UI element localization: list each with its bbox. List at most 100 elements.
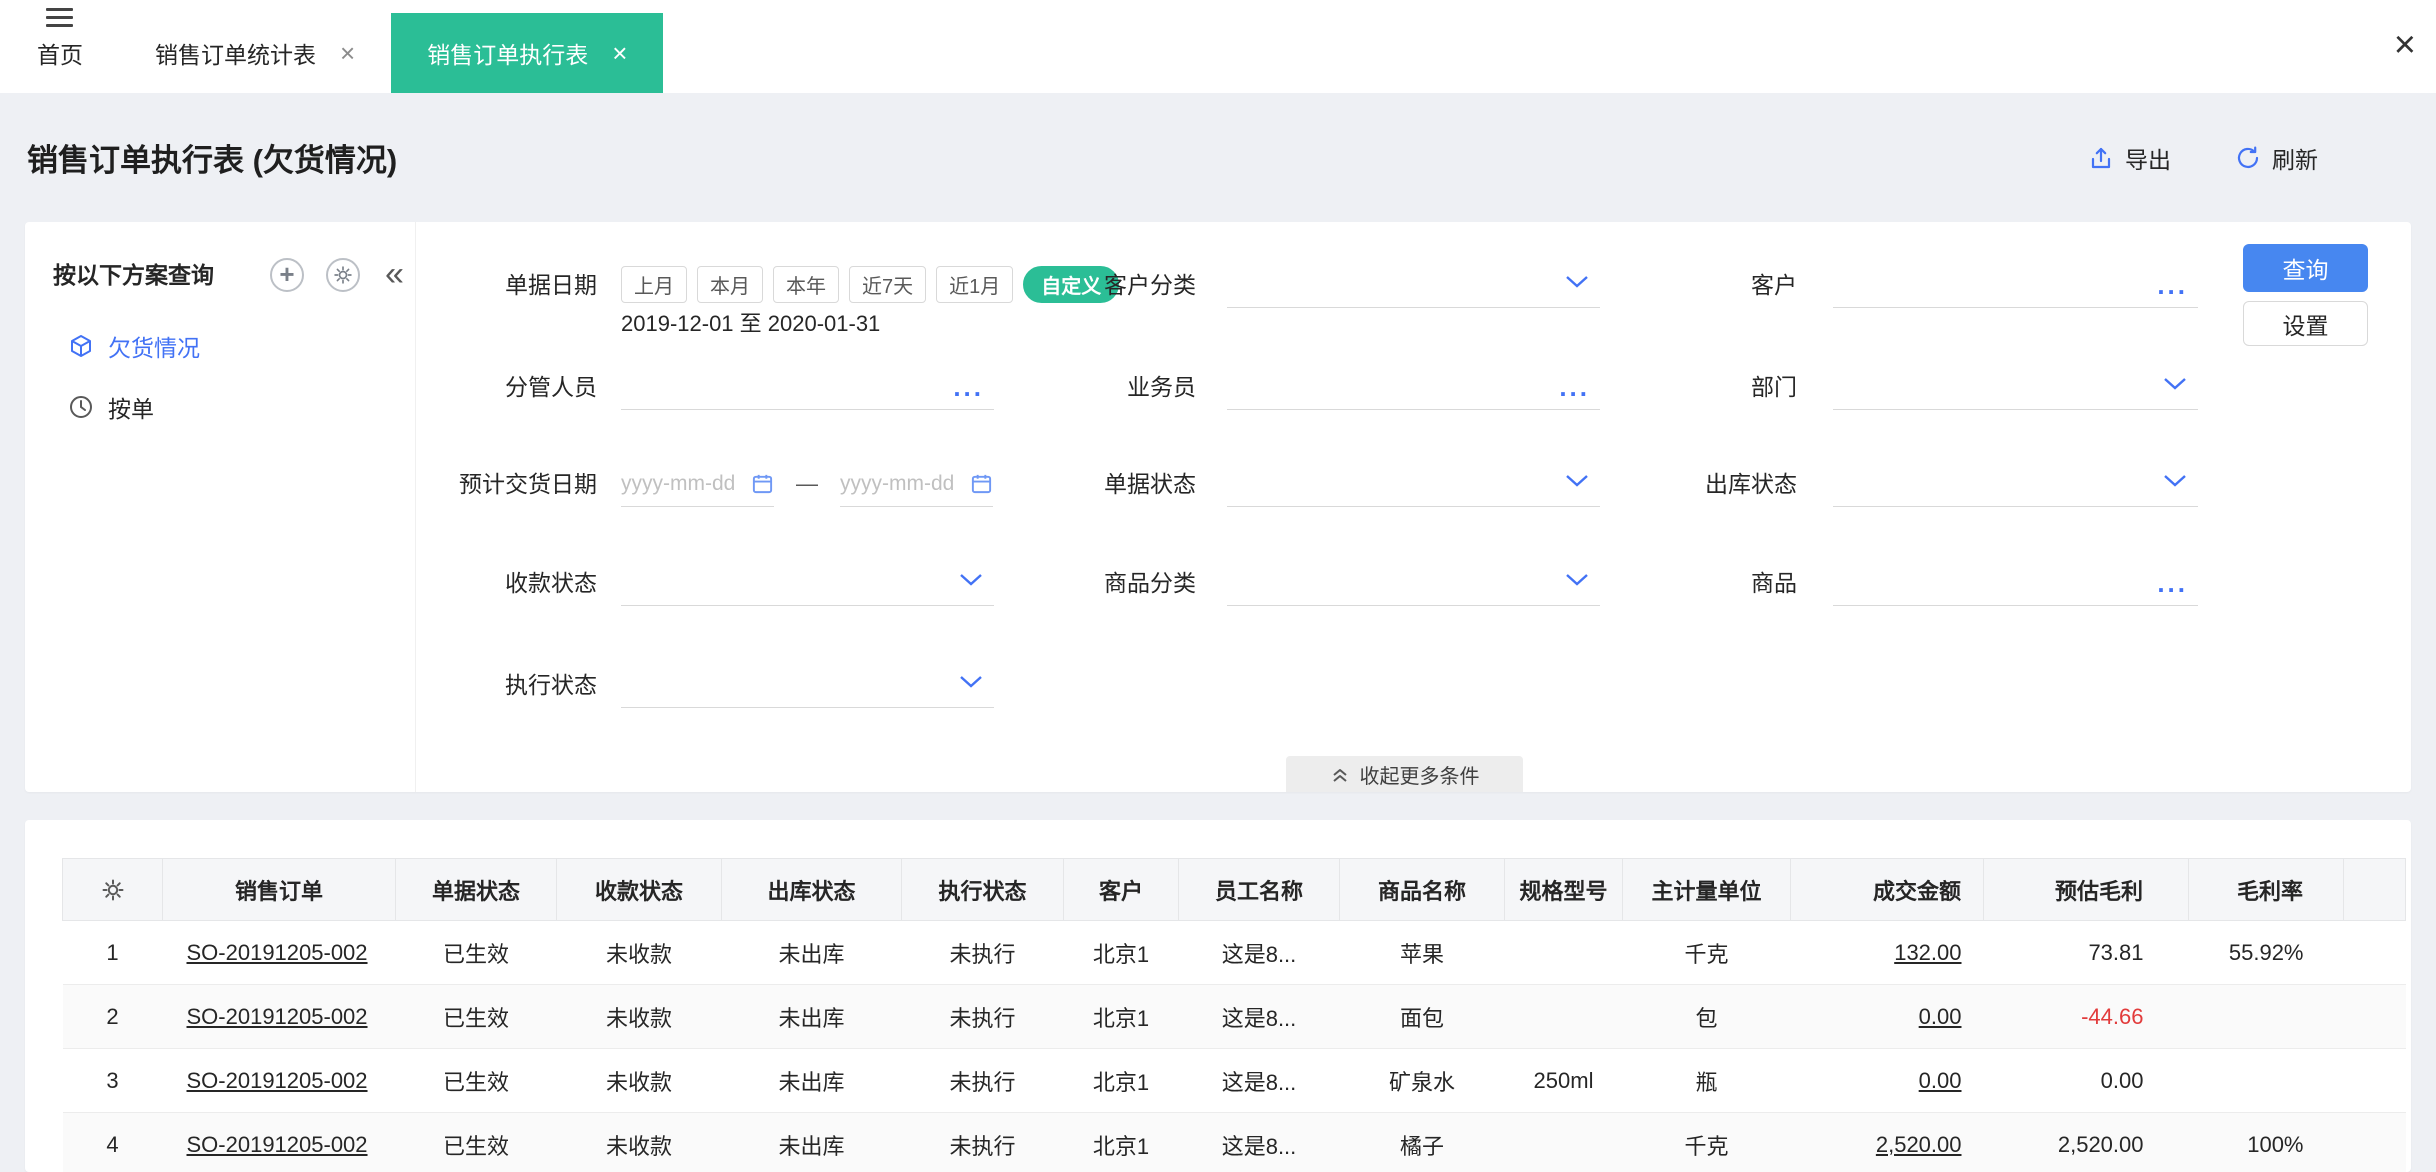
department-select[interactable] bbox=[1833, 364, 2198, 410]
order-link[interactable]: SO-20191205-002 bbox=[187, 1004, 368, 1029]
plan-item-backorder[interactable]: 欠货情况 bbox=[68, 330, 200, 362]
query-plan-sidebar: 按以下方案查询 + « 欠货情况 按单 bbox=[25, 222, 416, 792]
tab-label: 销售订单统计表 bbox=[155, 42, 316, 68]
cell-margin: 100% bbox=[2188, 1112, 2344, 1172]
cell-payment-status: 未收款 bbox=[556, 1112, 722, 1172]
manager-label: 分管人员 bbox=[505, 374, 597, 400]
customer-picker[interactable]: ... bbox=[1833, 262, 2198, 308]
col-header-employee: 员工名称 bbox=[1178, 858, 1340, 921]
row-number: 4 bbox=[62, 1112, 163, 1172]
outbound-status-label: 出库状态 bbox=[1705, 471, 1797, 497]
doc-date-label: 单据日期 bbox=[505, 272, 597, 298]
table-row: 4 SO-20191205-002 已生效 未收款 未出库 未执行 北京1 这是… bbox=[62, 1112, 2406, 1172]
delivery-date-start-input[interactable]: yyyy-mm-dd bbox=[621, 461, 774, 507]
page-header: 销售订单执行表 (欠货情况) 导出 刷新 bbox=[0, 93, 2436, 222]
quick-range-last-month[interactable]: 上月 bbox=[621, 266, 687, 303]
cell-spec bbox=[1504, 984, 1623, 1049]
order-link[interactable]: SO-20191205-002 bbox=[187, 940, 368, 965]
quick-range-last-7-days[interactable]: 近7天 bbox=[849, 266, 927, 303]
doc-status-select[interactable] bbox=[1227, 461, 1600, 507]
customer-category-select[interactable] bbox=[1227, 262, 1600, 308]
plan-item-label: 欠货情况 bbox=[108, 335, 200, 361]
close-all-tabs-icon[interactable]: × bbox=[2394, 26, 2416, 64]
add-plan-icon[interactable]: + bbox=[270, 258, 304, 292]
tab-sales-order-statistics[interactable]: 销售订单统计表 × bbox=[119, 13, 391, 93]
payment-status-label: 收款状态 bbox=[505, 570, 597, 596]
cell-doc-status: 已生效 bbox=[395, 1048, 557, 1113]
date-placeholder: yyyy-mm-dd bbox=[621, 471, 736, 495]
cell-filler bbox=[2343, 984, 2406, 1049]
table-row: 1 SO-20191205-002 已生效 未收款 未出库 未执行 北京1 这是… bbox=[62, 920, 2406, 985]
column-settings-gear-icon[interactable] bbox=[62, 858, 163, 921]
amount-link[interactable]: 2,520.00 bbox=[1876, 1132, 1962, 1157]
close-tab-icon[interactable]: × bbox=[612, 40, 627, 66]
cell-customer: 北京1 bbox=[1063, 920, 1179, 985]
results-table: 销售订单 单据状态 收款状态 出库状态 执行状态 客户 员工名称 商品名称 规格… bbox=[62, 858, 2406, 1172]
cell-customer: 北京1 bbox=[1063, 984, 1179, 1049]
cell-filler bbox=[2343, 920, 2406, 985]
col-header-payment-status: 收款状态 bbox=[556, 858, 722, 921]
delivery-date-end-input[interactable]: yyyy-mm-dd bbox=[840, 461, 993, 507]
cell-product: 面包 bbox=[1339, 984, 1505, 1049]
cell-payment-status: 未收款 bbox=[556, 920, 722, 985]
manage-plans-gear-icon[interactable] bbox=[326, 258, 360, 292]
amount-link[interactable]: 0.00 bbox=[1919, 1068, 1962, 1093]
refresh-button[interactable]: 刷新 bbox=[2235, 141, 2318, 175]
col-header-amount: 成交金额 bbox=[1790, 858, 1984, 921]
ellipsis-icon: ... bbox=[953, 371, 984, 402]
results-table-panel: 销售订单 单据状态 收款状态 出库状态 执行状态 客户 员工名称 商品名称 规格… bbox=[25, 820, 2411, 1172]
date-placeholder: yyyy-mm-dd bbox=[840, 471, 955, 495]
ellipsis-icon: ... bbox=[1559, 371, 1590, 402]
chevron-down-icon bbox=[2162, 376, 2188, 392]
cell-profit: 0.00 bbox=[1983, 1048, 2189, 1113]
order-link[interactable]: SO-20191205-002 bbox=[187, 1068, 368, 1093]
col-header-doc-status: 单据状态 bbox=[395, 858, 557, 921]
product-label: 商品 bbox=[1751, 570, 1797, 596]
quick-range-this-year[interactable]: 本年 bbox=[773, 266, 839, 303]
col-header-profit: 预估毛利 bbox=[1983, 858, 2189, 921]
plan-item-by-order[interactable]: 按单 bbox=[68, 391, 154, 423]
salesman-picker[interactable]: ... bbox=[1227, 364, 1600, 410]
export-button[interactable]: 导出 bbox=[2088, 141, 2171, 175]
cell-product: 苹果 bbox=[1339, 920, 1505, 985]
cell-customer: 北京1 bbox=[1063, 1048, 1179, 1113]
cell-execution-status: 未执行 bbox=[901, 1112, 1064, 1172]
query-button[interactable]: 查询 bbox=[2243, 244, 2368, 292]
plan-sidebar-title: 按以下方案查询 bbox=[53, 262, 214, 288]
tab-bar: 首页 销售订单统计表 × 销售订单执行表 × × bbox=[0, 0, 2436, 93]
customer-label: 客户 bbox=[1751, 272, 1797, 298]
cell-profit: 73.81 bbox=[1983, 920, 2189, 985]
execution-status-select[interactable] bbox=[621, 662, 994, 708]
range-separator: — bbox=[796, 471, 818, 496]
cell-payment-status: 未收款 bbox=[556, 984, 722, 1049]
cell-outbound-status: 未出库 bbox=[721, 984, 902, 1049]
col-header-unit: 主计量单位 bbox=[1622, 858, 1791, 921]
cell-doc-status: 已生效 bbox=[395, 984, 557, 1049]
product-picker[interactable]: ... bbox=[1833, 560, 2198, 606]
cell-unit: 包 bbox=[1622, 984, 1791, 1049]
cell-unit: 千克 bbox=[1622, 1112, 1791, 1172]
execution-status-label: 执行状态 bbox=[505, 672, 597, 698]
product-category-select[interactable] bbox=[1227, 560, 1600, 606]
cell-outbound-status: 未出库 bbox=[721, 1048, 902, 1113]
outbound-status-select[interactable] bbox=[1833, 461, 2198, 507]
cube-icon bbox=[68, 333, 94, 359]
settings-button[interactable]: 设置 bbox=[2243, 301, 2368, 346]
calendar-icon bbox=[970, 472, 993, 495]
amount-link[interactable]: 132.00 bbox=[1894, 940, 1961, 965]
col-header-filler bbox=[2343, 858, 2406, 921]
tab-sales-order-execution[interactable]: 销售订单执行表 × bbox=[391, 13, 664, 93]
order-link[interactable]: SO-20191205-002 bbox=[187, 1132, 368, 1157]
quick-range-this-month[interactable]: 本月 bbox=[697, 266, 763, 303]
close-tab-icon[interactable]: × bbox=[340, 40, 355, 66]
cell-customer: 北京1 bbox=[1063, 1112, 1179, 1172]
tab-home[interactable]: 首页 bbox=[0, 13, 119, 93]
chevron-down-icon bbox=[2162, 473, 2188, 489]
collapse-more-conditions-button[interactable]: 收起更多条件 bbox=[1286, 756, 1523, 792]
payment-status-select[interactable] bbox=[621, 560, 994, 606]
amount-link[interactable]: 0.00 bbox=[1919, 1004, 1962, 1029]
collapse-sidebar-icon[interactable]: « bbox=[385, 256, 404, 292]
table-row: 3 SO-20191205-002 已生效 未收款 未出库 未执行 北京1 这是… bbox=[62, 1048, 2406, 1113]
manager-picker[interactable]: ... bbox=[621, 364, 994, 410]
chevron-down-icon bbox=[958, 674, 984, 690]
